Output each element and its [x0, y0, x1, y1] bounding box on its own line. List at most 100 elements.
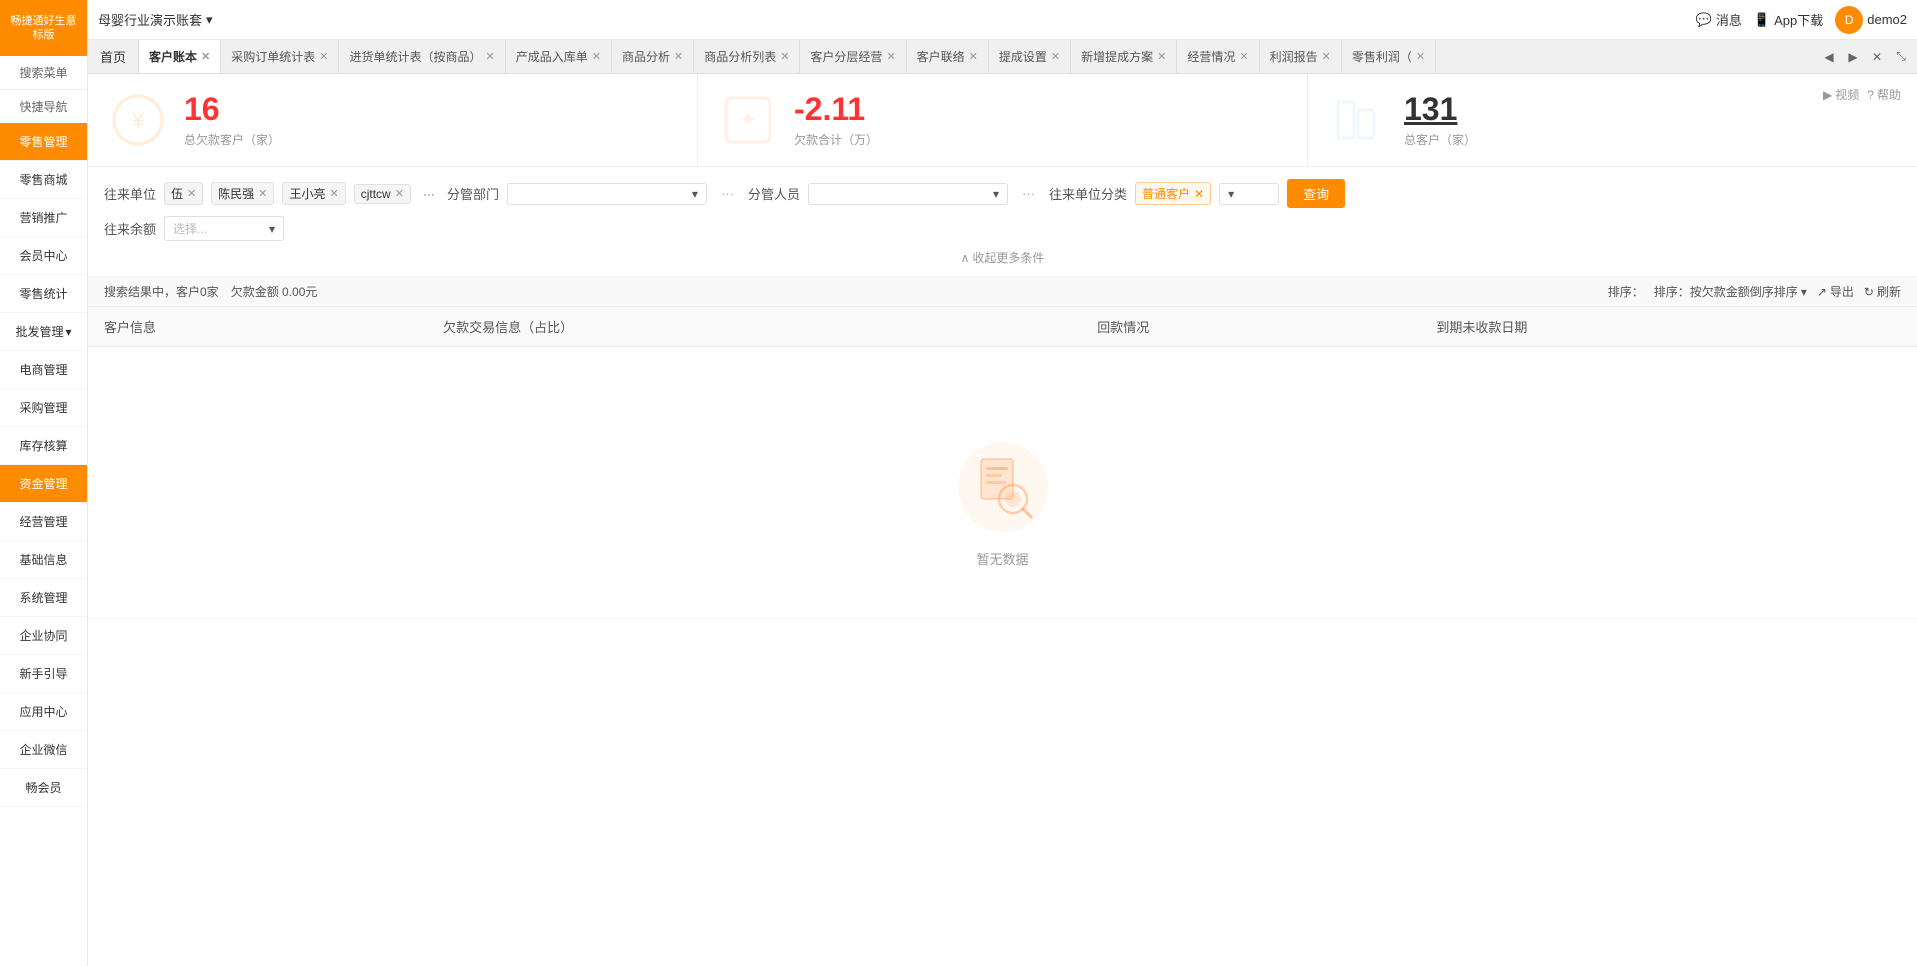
tab-purchase-order-stats[interactable]: 采购订单统计表 ✕	[221, 40, 339, 74]
debt-icon: ✦	[718, 90, 778, 150]
sidebar-item-finance[interactable]: 资金管理	[0, 465, 87, 503]
tab-close-icon[interactable]: ✕	[1416, 50, 1425, 63]
video-link[interactable]: ▶ 视频	[1823, 86, 1859, 103]
sort-select[interactable]: 排序：按欠款金额倒序排序 ▾	[1654, 283, 1807, 300]
stats-section: ¥ 16 总欠款客户（家） ✦ -2.11 欠款合计（	[88, 74, 1917, 167]
tab-customer-segment[interactable]: 客户分层经营 ✕	[800, 40, 906, 74]
tab-close-icon[interactable]: ✕	[1157, 50, 1166, 63]
unit-filter-label: 往来单位	[104, 184, 156, 203]
sidebar-search[interactable]: 搜索菜单	[0, 56, 87, 90]
balance-select[interactable]: 选择... ▾	[164, 216, 284, 241]
col-customer-info: 客户信息	[88, 307, 427, 347]
sidebar-item-marketing[interactable]: 营销推广	[0, 199, 87, 237]
col-debt-info: 欠款交易信息（占比）	[427, 307, 1081, 347]
sidebar-item-retail-stats[interactable]: 零售统计	[0, 275, 87, 313]
tab-close-icon[interactable]: ✕	[780, 50, 789, 63]
refresh-btn[interactable]: ↻ 刷新	[1864, 283, 1901, 300]
sidebar-item-retail-mall[interactable]: 零售商城	[0, 161, 87, 199]
filter-more-btn[interactable]: ···	[419, 185, 439, 203]
main-content: 母婴行业演示账套 ▾ 💬 消息 📱 App下载 D demo2 首页 客户账本 …	[88, 0, 1917, 966]
tab-close-icon[interactable]: ✕	[201, 50, 210, 63]
sidebar-item-sys-mgmt[interactable]: 系统管理	[0, 579, 87, 617]
tab-close-icon[interactable]: ✕	[1051, 50, 1060, 63]
message-btn[interactable]: 💬 消息	[1696, 10, 1742, 29]
tab-close-icon[interactable]: ✕	[319, 50, 328, 63]
tab-new-promotion[interactable]: 新增提成方案 ✕	[1071, 40, 1177, 74]
tab-label: 商品分析列表	[704, 48, 776, 65]
tenant-selector[interactable]: 母婴行业演示账套 ▾	[98, 10, 213, 29]
sidebar-item-app-center[interactable]: 应用中心	[0, 693, 87, 731]
tab-close-icon[interactable]: ✕	[486, 50, 495, 63]
avatar: D	[1835, 6, 1863, 34]
tab-close-icon[interactable]: ✕	[674, 50, 683, 63]
app-download-btn[interactable]: 📱 App下载	[1754, 10, 1823, 29]
tab-scroll-left[interactable]: ◀	[1819, 47, 1839, 67]
sidebar-item-inventory[interactable]: 库存核算	[0, 427, 87, 465]
sidebar-item-chang-member[interactable]: 畅会员	[0, 769, 87, 807]
sidebar-item-enterprise-wechat[interactable]: 企业微信	[0, 731, 87, 769]
sidebar-quick-nav[interactable]: 快捷导航	[0, 90, 87, 123]
tab-home[interactable]: 首页	[88, 40, 139, 74]
sidebar-item-retail-mgmt[interactable]: 零售管理	[0, 123, 87, 161]
total-customers-value: 16	[184, 92, 280, 127]
result-bar-right: 排序： 排序：按欠款金额倒序排序 ▾ ↗ 导出 ↻ 刷新	[1608, 283, 1901, 300]
sidebar-item-wholesale-mgmt[interactable]: 批发管理 ▾	[0, 313, 87, 351]
tag-close-wu[interactable]: ✕	[187, 187, 196, 200]
svg-text:¥: ¥	[131, 108, 145, 133]
col-due-date: 到期未收款日期	[1420, 307, 1917, 347]
unit-class-tag-close[interactable]: ✕	[1194, 187, 1204, 201]
sidebar-item-basic-info[interactable]: 基础信息	[0, 541, 87, 579]
tab-close-icon[interactable]: ✕	[969, 50, 978, 63]
unit-class-filter-label: 往来单位分类	[1049, 184, 1127, 203]
tab-close-all[interactable]: ✕	[1867, 47, 1887, 67]
tab-expand[interactable]: ⤡	[1891, 47, 1911, 67]
sidebar-item-operations[interactable]: 经营管理	[0, 503, 87, 541]
export-btn[interactable]: ↗ 导出	[1817, 283, 1854, 300]
tab-promotion-settings[interactable]: 提成设置 ✕	[989, 40, 1071, 74]
tag-close-chen[interactable]: ✕	[258, 187, 267, 200]
sidebar-item-purchase-mgmt[interactable]: 采购管理	[0, 389, 87, 427]
tab-product-analysis-list[interactable]: 商品分析列表 ✕	[694, 40, 800, 74]
sidebar-item-ecommerce[interactable]: 电商管理	[0, 351, 87, 389]
tab-close-icon[interactable]: ✕	[886, 50, 895, 63]
empty-state: 暂无数据	[104, 357, 1901, 608]
tab-stock-stats[interactable]: 进货单统计表（按商品） ✕	[339, 40, 505, 74]
dept-select[interactable]: ▾	[507, 183, 707, 205]
tab-product-analysis[interactable]: 商品分析 ✕	[612, 40, 694, 74]
user-menu[interactable]: D demo2	[1835, 6, 1907, 34]
help-link[interactable]: ? 帮助	[1867, 86, 1901, 103]
sort-label: 排序：按欠款金额倒序排序	[1654, 283, 1798, 300]
sidebar-item-enterprise-collab[interactable]: 企业协同	[0, 617, 87, 655]
tab-scroll-right[interactable]: ▶	[1843, 47, 1863, 67]
sidebar-item-new-guide[interactable]: 新手引导	[0, 655, 87, 693]
tab-profit-report[interactable]: 利润报告 ✕	[1260, 40, 1342, 74]
sidebar-item-member-center[interactable]: 会员中心	[0, 237, 87, 275]
help-label: 帮助	[1877, 86, 1901, 103]
debt-amount-label: 欠款金额 0.00元	[231, 283, 318, 300]
tab-production-stock[interactable]: 产成品入库单 ✕	[506, 40, 612, 74]
collapse-btn[interactable]: ∧ 收起更多条件	[961, 249, 1045, 272]
user-name: demo2	[1867, 12, 1907, 27]
tab-close-icon[interactable]: ✕	[1322, 50, 1331, 63]
tab-customer-accounts[interactable]: 客户账本 ✕	[139, 40, 221, 74]
video-icon: ▶	[1823, 88, 1832, 102]
person-select[interactable]: ▾	[808, 183, 1008, 205]
tab-close-icon[interactable]: ✕	[1239, 50, 1248, 63]
tab-label: 客户分层经营	[810, 48, 882, 65]
tag-close-wang[interactable]: ✕	[330, 187, 339, 200]
person-more-dots[interactable]: ···	[1016, 184, 1041, 203]
total-debt-label: 欠款合计（万）	[794, 131, 878, 148]
export-icon: ↗	[1817, 285, 1827, 299]
tag-close-cjttcw[interactable]: ✕	[395, 187, 404, 200]
tab-close-icon[interactable]: ✕	[592, 50, 601, 63]
query-button[interactable]: 查询	[1287, 179, 1345, 208]
tab-customer-contact[interactable]: 客户联络 ✕	[907, 40, 989, 74]
dept-more-dots[interactable]: ···	[715, 184, 740, 203]
dept-filter-label: 分管部门	[447, 184, 499, 203]
total-customers-label: 总欠款客户（家）	[184, 131, 280, 148]
tab-retail-profit[interactable]: 零售利润（ ✕	[1342, 40, 1436, 74]
tab-operation-status[interactable]: 经营情况 ✕	[1177, 40, 1259, 74]
tab-label: 采购订单统计表	[231, 48, 315, 65]
unit-class-select[interactable]: ▾	[1219, 183, 1279, 205]
refresh-icon: ↻	[1864, 285, 1874, 299]
